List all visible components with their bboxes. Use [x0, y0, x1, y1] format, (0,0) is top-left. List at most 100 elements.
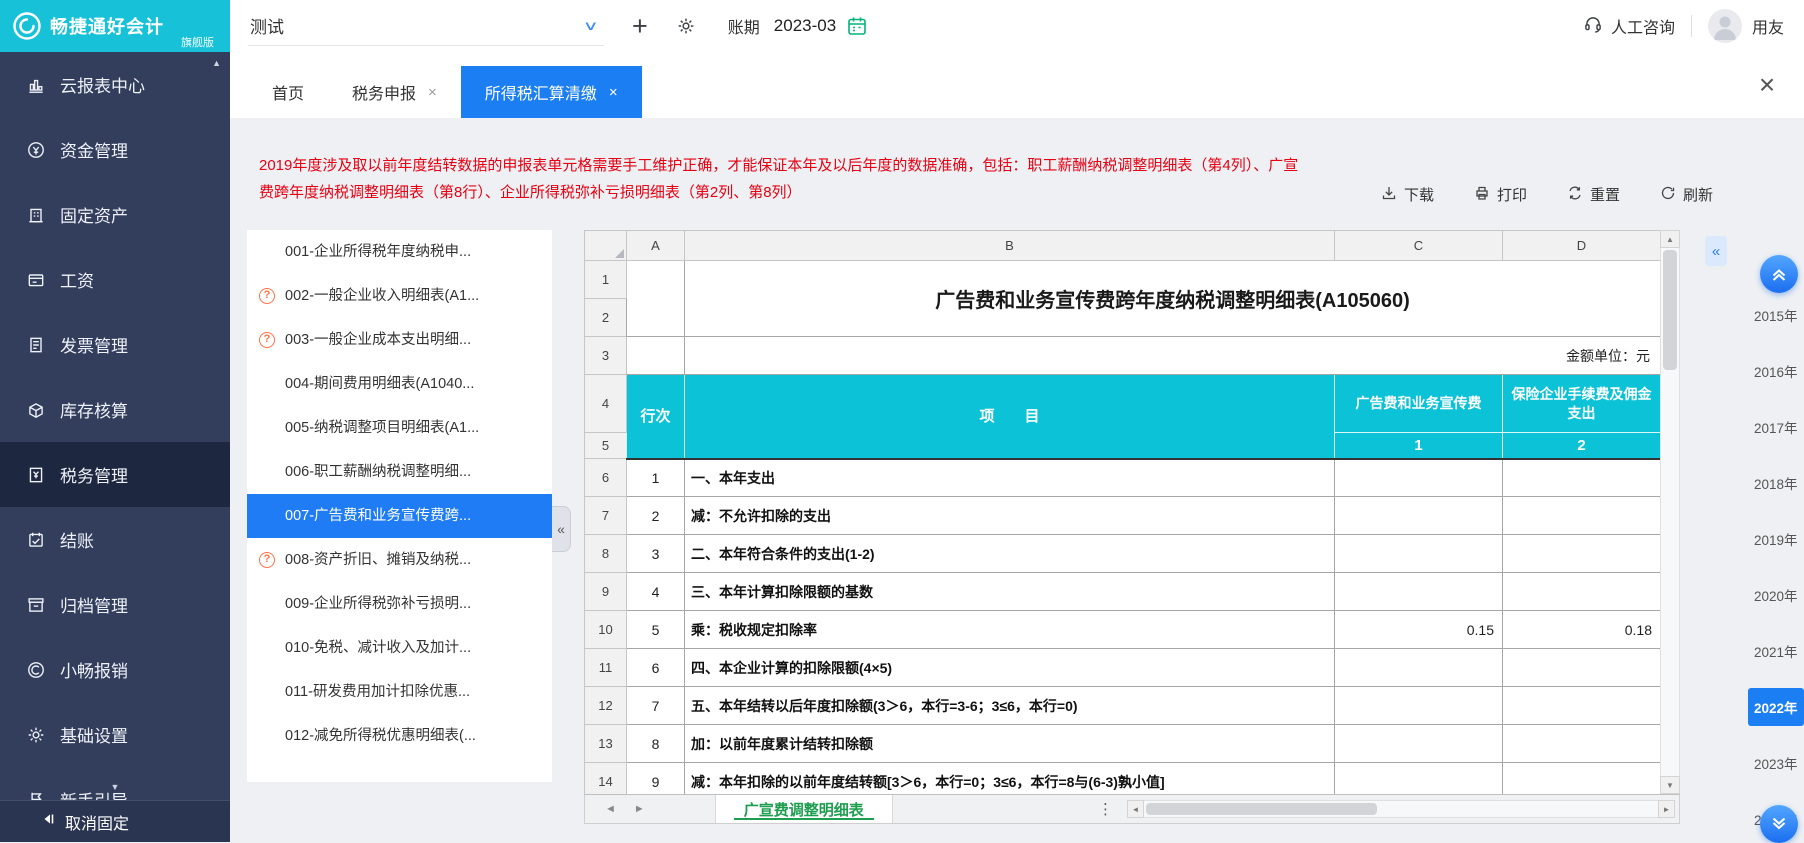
cell-item[interactable]: 二、本年符合条件的支出(1-2)	[684, 534, 1335, 573]
sidebar-item-tax[interactable]: 税务管理	[0, 442, 230, 507]
year-item[interactable]: 2021年	[1748, 632, 1804, 670]
cell-item[interactable]: 减：本年扣除的以前年度结转额[3＞6，本行=0；3≤6，本行=8与(6-3)孰小…	[684, 762, 1335, 794]
cell-line-no[interactable]: 2	[626, 496, 685, 535]
reset-button[interactable]: 重置	[1567, 184, 1620, 205]
cell-value-col1[interactable]	[1334, 762, 1503, 794]
cell-value-col2[interactable]	[1502, 534, 1660, 573]
row-header-10[interactable]: 10	[584, 610, 627, 649]
sidebar-scroll-down-icon[interactable]: ▼	[0, 782, 230, 792]
settings-gear-button[interactable]	[676, 16, 696, 36]
cell-value-col2[interactable]	[1502, 762, 1660, 794]
sheet-tab-more-icon[interactable]: ⋮	[1098, 800, 1113, 818]
scroll-up-icon[interactable]: ▲	[1660, 230, 1680, 248]
cell-line-no[interactable]: 9	[626, 762, 685, 794]
cell-value-col1[interactable]	[1334, 458, 1503, 497]
cell-item[interactable]: 加：以前年度累计结转扣除额	[684, 724, 1335, 763]
column-header-D[interactable]: D	[1502, 230, 1660, 261]
scroll-to-top-button[interactable]	[1760, 255, 1798, 293]
cell-line-no[interactable]: 7	[626, 686, 685, 725]
sidebar-item-fixed-asset[interactable]: 固定资产	[0, 182, 230, 247]
sidebar-item-settings[interactable]: 基础设置	[0, 702, 230, 767]
column-header-B[interactable]: B	[684, 230, 1335, 261]
download-button[interactable]: 下载	[1381, 184, 1434, 205]
header-item[interactable]: 项 目	[684, 374, 1335, 460]
sidebar-item-archive[interactable]: 归档管理	[0, 572, 230, 637]
row-header-7[interactable]: 7	[584, 496, 627, 535]
close-tabs-button[interactable]: ×	[1744, 62, 1790, 108]
form-list-item[interactable]: 009-企业所得税弥补亏损明...	[247, 582, 552, 626]
sheet-title[interactable]: 广告费和业务宣传费跨年度纳税调整明细表(A105060)	[684, 260, 1660, 337]
row-header-11[interactable]: 11	[584, 648, 627, 687]
header-line-no[interactable]: 行次	[626, 374, 685, 460]
column-header-C[interactable]: C	[1334, 230, 1503, 261]
header-col2-no[interactable]: 2	[1502, 432, 1660, 460]
row-header-13[interactable]: 13	[584, 724, 627, 763]
cell-value-col2[interactable]	[1502, 686, 1660, 725]
cell-item[interactable]: 减：不允许扣除的支出	[684, 496, 1335, 535]
tab-item-1[interactable]: 首页	[248, 66, 328, 118]
sidebar-item-fund[interactable]: 资金管理	[0, 117, 230, 182]
sidebar-item-invoice[interactable]: 发票管理	[0, 312, 230, 377]
cell-item[interactable]: 乘：税收规定扣除率	[684, 610, 1335, 649]
year-item[interactable]: 2018年	[1748, 464, 1804, 502]
cell-line-no[interactable]: 5	[626, 610, 685, 649]
cell-value-col1[interactable]	[1334, 724, 1503, 763]
cell-item[interactable]: 三、本年计算扣除限额的基数	[684, 572, 1335, 611]
form-list-item[interactable]: ? 003-一般企业成本支出明细...	[247, 318, 552, 362]
form-list-item[interactable]: 011-研发费用加计扣除优惠...	[247, 670, 552, 714]
row-header-1[interactable]: 1	[584, 260, 627, 299]
form-list-item[interactable]: 001-企业所得税年度纳税申...	[247, 230, 552, 274]
refresh-button[interactable]: 刷新	[1660, 184, 1713, 205]
hscroll-track[interactable]	[1144, 800, 1658, 818]
form-list-item[interactable]: 010-免税、减计收入及加计...	[247, 626, 552, 670]
cell-value-col1[interactable]	[1334, 572, 1503, 611]
sidebar-item-cloud-report[interactable]: 云报表中心	[0, 52, 230, 117]
cell-value-col2[interactable]: 0.18	[1502, 610, 1660, 649]
horizontal-scrollbar[interactable]: ◄ ►	[1127, 800, 1675, 818]
cell-line-no[interactable]: 1	[626, 458, 685, 497]
row-header-6[interactable]: 6	[584, 458, 627, 497]
row-header-5[interactable]: 5	[584, 432, 627, 459]
calendar-icon[interactable]	[846, 15, 868, 37]
tab-close-icon[interactable]: ×	[428, 84, 437, 101]
year-item[interactable]: 2016年	[1748, 352, 1804, 390]
cell-value-col1[interactable]: 0.15	[1334, 610, 1503, 649]
collapse-list-button[interactable]: «	[552, 506, 571, 552]
sheet-tab[interactable]: 广宣费调整明细表	[714, 795, 893, 823]
header-col1-no[interactable]: 1	[1334, 432, 1503, 460]
unpin-button[interactable]: 取消固定	[0, 800, 230, 842]
vscroll-track[interactable]	[1660, 248, 1680, 776]
scroll-down-icon[interactable]: ▼	[1660, 776, 1680, 794]
header-col1[interactable]: 广告费和业务宣传费	[1334, 374, 1503, 433]
vscroll-thumb[interactable]	[1663, 250, 1677, 370]
cell-empty[interactable]	[626, 260, 685, 337]
cell-item[interactable]: 五、本年结转以后年度扣除额(3＞6，本行=3-6；3≤6，本行=0)	[684, 686, 1335, 725]
add-account-set-button[interactable]: +	[632, 13, 648, 40]
cell-line-no[interactable]: 3	[626, 534, 685, 573]
year-item[interactable]: 2022年	[1748, 688, 1804, 726]
row-header-9[interactable]: 9	[584, 572, 627, 611]
cell-value-col2[interactable]	[1502, 496, 1660, 535]
hscroll-thumb[interactable]	[1146, 803, 1378, 815]
sheet-corner[interactable]	[584, 230, 627, 261]
year-item[interactable]: 2023年	[1748, 744, 1804, 782]
year-item[interactable]: 2020年	[1748, 576, 1804, 614]
tab-close-icon[interactable]: ×	[609, 84, 618, 101]
sheet-tab-next-icon[interactable]: ►	[634, 803, 645, 815]
row-header-12[interactable]: 12	[584, 686, 627, 725]
scroll-right-icon[interactable]: ►	[1658, 800, 1675, 818]
sidebar-scroll-up-icon[interactable]: ▲	[212, 58, 221, 68]
cell-value-col2[interactable]	[1502, 724, 1660, 763]
period-value[interactable]: 2023-03	[774, 16, 836, 36]
sheet-tab-prev-icon[interactable]: ◄	[605, 803, 616, 815]
year-item[interactable]: 2019年	[1748, 520, 1804, 558]
row-header-2[interactable]: 2	[584, 298, 627, 337]
cell-value-col1[interactable]	[1334, 534, 1503, 573]
avatar[interactable]	[1707, 9, 1742, 43]
cell-item[interactable]: 一、本年支出	[684, 458, 1335, 497]
row-header-3[interactable]: 3	[584, 336, 627, 375]
form-list-item[interactable]: 004-期间费用明细表(A1040...	[247, 362, 552, 406]
cell-item[interactable]: 四、本企业计算的扣除限额(4×5)	[684, 648, 1335, 687]
cell-value-col1[interactable]	[1334, 686, 1503, 725]
form-list-item[interactable]: 006-职工薪酬纳税调整明细...	[247, 450, 552, 494]
